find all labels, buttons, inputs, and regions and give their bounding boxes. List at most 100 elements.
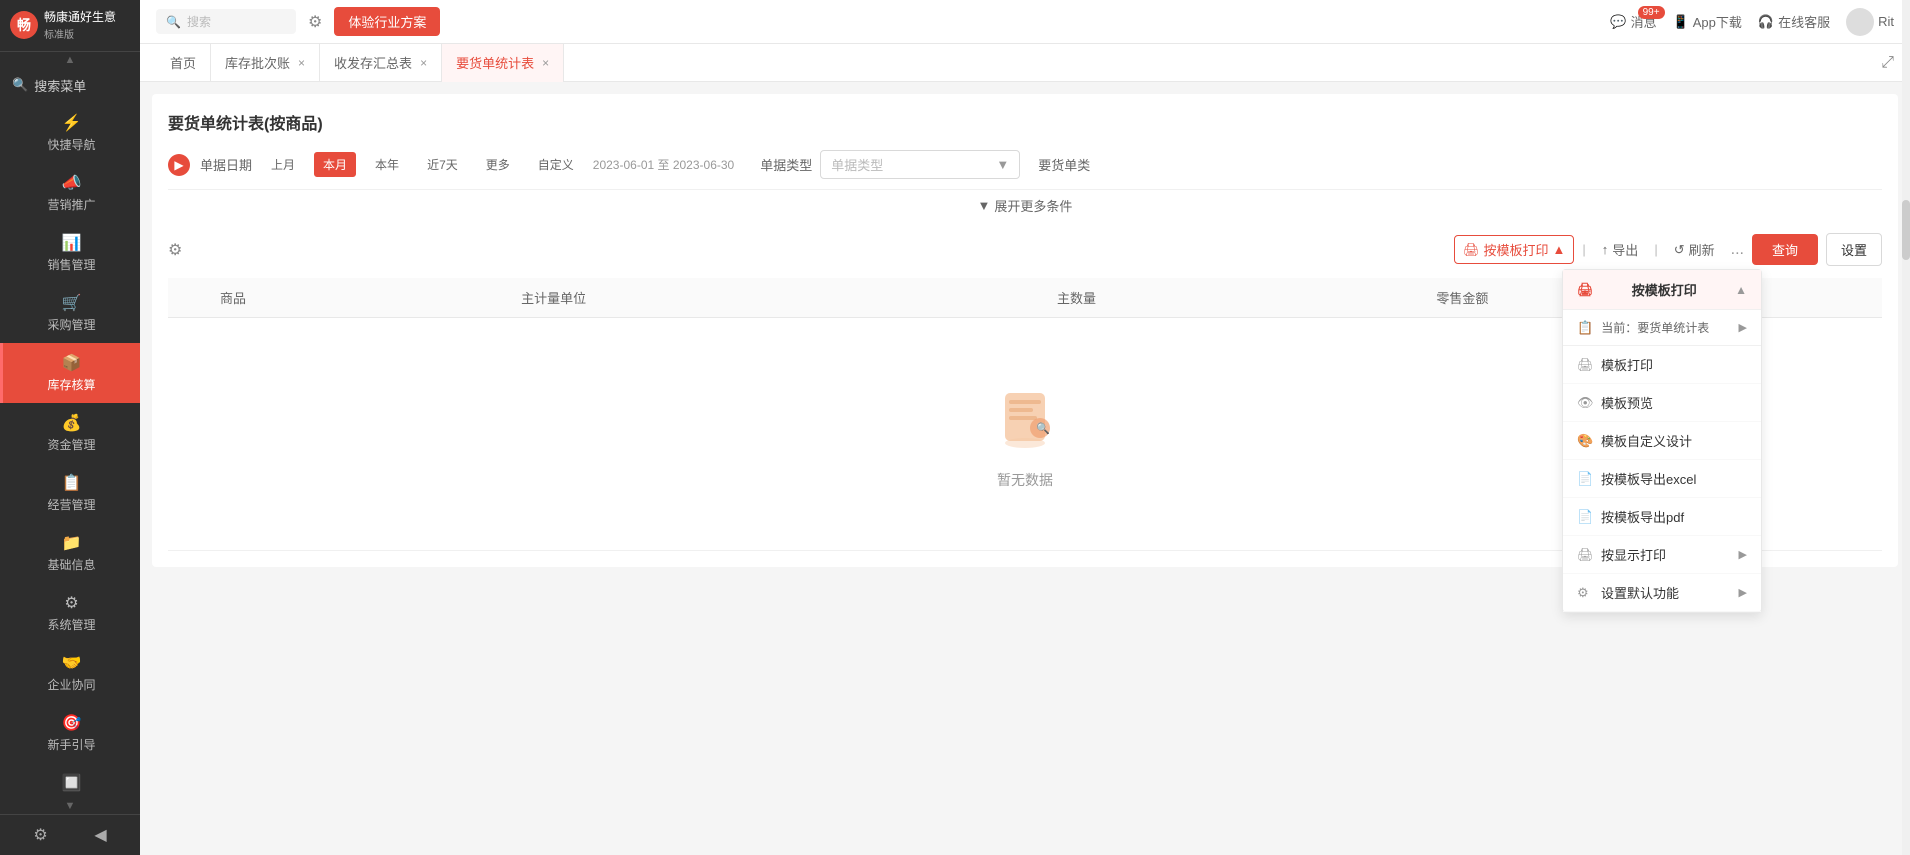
date-btn-this-month[interactable]: 本月 [314, 152, 356, 177]
app-download-btn[interactable]: 📱 App下载 [1673, 12, 1742, 31]
online-service-btn[interactable]: 🎧 在线客服 [1758, 12, 1830, 31]
headset-icon: 🎧 [1758, 14, 1774, 30]
sidebar-scroll-down[interactable]: ▼ [0, 798, 140, 814]
sidebar: 畅 畅康通好生意 标准版 ▲ 🔍 搜索菜单 ⚡ 快捷导航 📣 营销推广 📊 销售… [0, 0, 140, 855]
print-template-btn[interactable]: 🖨 按模板打印 ▲ [1454, 235, 1574, 264]
template-preview-icon: 👁 [1577, 395, 1593, 411]
sidebar-scroll-up[interactable]: ▲ [0, 52, 140, 68]
content-card: 要货单统计表(按商品) ▶ 单据日期 上月 本月 本年 近7天 更多 自定义 2… [152, 94, 1898, 567]
expand-more-btn[interactable]: ▼ 展开更多条件 [168, 189, 1882, 221]
sidebar-item-apps[interactable]: 🔲 应用中心 [0, 763, 140, 798]
sidebar-item-marketing[interactable]: 📣 营销推广 [0, 163, 140, 223]
expand-chevron-icon: ▼ [978, 198, 991, 213]
sidebar-item-sales[interactable]: 📊 销售管理 [0, 223, 140, 283]
goods-type-filter: 要货单类 [1038, 155, 1090, 174]
settings-btn[interactable]: 设置 [1826, 233, 1882, 266]
trial-btn[interactable]: 体验行业方案 [334, 7, 440, 36]
quick-nav-icon: ⚡ [62, 113, 82, 133]
date-btn-7days[interactable]: 近7天 [418, 152, 467, 177]
filter-expand-btn[interactable]: ▶ [168, 154, 190, 176]
tabs-right-btns: ⤢ [1881, 54, 1894, 72]
dropdown-close-btn[interactable]: ▲ [1735, 283, 1747, 297]
page-content-area: 要货单统计表(按商品) ▶ 单据日期 上月 本月 本年 近7天 更多 自定义 2… [140, 82, 1910, 855]
order-type-select[interactable]: 单据类型 ▼ [820, 150, 1020, 179]
dropdown-header: 🖨 按模板打印 ▲ [1563, 270, 1761, 310]
dropdown-item-export-excel[interactable]: 📄 按模板导出excel [1563, 460, 1761, 498]
sidebar-item-guide[interactable]: 🎯 新手引导 [0, 703, 140, 763]
date-btn-custom[interactable]: 自定义 [529, 152, 583, 177]
sidebar-item-collab[interactable]: 🤝 企业协同 [0, 643, 140, 703]
sidebar-item-finance[interactable]: 💰 资金管理 [0, 403, 140, 463]
dropdown-item-export-pdf[interactable]: 📄 按模板导出pdf [1563, 498, 1761, 536]
table-settings-icon-wrap[interactable]: ⚙ [168, 240, 182, 260]
purchase-icon: 🛒 [62, 293, 82, 313]
export-btn[interactable]: ↑ 导出 [1594, 236, 1647, 263]
tab-close-receipt-summary[interactable]: × [420, 56, 427, 70]
sidebar-item-inventory[interactable]: 📦 库存核算 [0, 343, 140, 403]
sidebar-item-basic[interactable]: 📁 基础信息 [0, 523, 140, 583]
dropdown-current-arrow-icon: ▶ [1739, 321, 1747, 334]
dropdown-title: 按模板打印 [1632, 280, 1697, 299]
user-avatar[interactable]: Rit [1846, 8, 1894, 36]
header-gear-icon[interactable]: ⚙ [308, 12, 322, 32]
export-excel-icon: 📄 [1577, 471, 1593, 487]
sidebar-search-item[interactable]: 🔍 搜索菜单 [0, 68, 140, 103]
tab-order-stats[interactable]: 要货单统计表 × [442, 44, 564, 82]
table-settings-icon: ⚙ [168, 240, 182, 260]
tab-batch-account[interactable]: 库存批次账 × [211, 44, 320, 82]
date-btn-more[interactable]: 更多 [477, 152, 519, 177]
sidebar-item-operation[interactable]: 📋 经营管理 [0, 463, 140, 523]
page-title: 要货单统计表(按商品) [168, 110, 1882, 134]
tabs-bar: 首页 库存批次账 × 收发存汇总表 × 要货单统计表 × ⤢ [140, 44, 1910, 82]
sidebar-item-system[interactable]: ⚙ 系统管理 [0, 583, 140, 643]
refresh-icon: ↺ [1674, 242, 1685, 258]
display-print-icon: 🖨 [1577, 547, 1593, 563]
right-scrollbar[interactable] [1902, 0, 1910, 855]
date-range-display: 2023-06-01 至 2023-06-30 [593, 156, 734, 173]
sidebar-nav: ⚡ 快捷导航 📣 营销推广 📊 销售管理 🛒 采购管理 📦 库存核算 💰 资金管… [0, 103, 140, 798]
main-content: 🔍 搜索 ⚙ 体验行业方案 💬 消息 99+ 📱 App下载 🎧 在线客服 Ri… [140, 0, 1910, 855]
system-icon: ⚙ [64, 593, 78, 613]
goods-type-label: 要货单类 [1038, 155, 1090, 174]
dropdown-sub-default-function[interactable]: ⚙ 设置默认功能 ▶ [1563, 574, 1761, 612]
query-btn[interactable]: 查询 [1752, 234, 1818, 265]
messages-icon: 💬 [1610, 14, 1626, 30]
sidebar-item-purchase[interactable]: 🛒 采购管理 [0, 283, 140, 343]
sidebar-footer: ⚙ ◀ [0, 814, 140, 855]
col-goods: 商品 [208, 278, 509, 318]
sub-arrow-icon: ▶ [1739, 548, 1747, 561]
scrollbar-thumb[interactable] [1902, 200, 1910, 260]
date-btn-this-year[interactable]: 本年 [366, 152, 408, 177]
sidebar-collapse-btn[interactable]: ◀ [94, 825, 106, 845]
basic-icon: 📁 [62, 533, 82, 553]
refresh-btn[interactable]: ↺ 刷新 [1666, 236, 1723, 263]
dropdown-current-item[interactable]: 📋 当前：要货单统计表 ▶ [1563, 310, 1761, 346]
avatar-img [1846, 8, 1874, 36]
sub-default-arrow-icon: ▶ [1739, 586, 1747, 599]
dropdown-item-template-preview[interactable]: 👁 模板预览 [1563, 384, 1761, 422]
tab-close-order-stats[interactable]: × [542, 56, 549, 70]
dropdown-item-template-design[interactable]: 🎨 模板自定义设计 [1563, 422, 1761, 460]
tab-receipt-summary[interactable]: 收发存汇总表 × [320, 44, 442, 82]
header-search[interactable]: 🔍 搜索 [156, 9, 296, 34]
date-label: 单据日期 [200, 155, 252, 174]
col-quantity: 主数量 [1045, 278, 1424, 318]
divider-1: | [1582, 242, 1585, 257]
sidebar-item-quick-nav[interactable]: ⚡ 快捷导航 [0, 103, 140, 163]
tab-close-batch-account[interactable]: × [298, 56, 305, 70]
date-btn-last-month[interactable]: 上月 [262, 152, 304, 177]
dropdown-current-label: 当前：要货单统计表 [1601, 319, 1709, 336]
col-unit: 主计量单位 [509, 278, 1045, 318]
template-print-icon: 🖨 [1577, 357, 1593, 373]
sidebar-logo: 畅 畅康通好生意 标准版 [0, 0, 140, 52]
print-icon: 🖨 [1463, 242, 1480, 258]
dropdown-sub-display-print[interactable]: 🖨 按显示打印 ▶ [1563, 536, 1761, 574]
tabs-maximize-btn[interactable]: ⤢ [1881, 54, 1894, 72]
messages-btn[interactable]: 💬 消息 99+ [1610, 12, 1656, 31]
logo-icon: 畅 [10, 11, 38, 39]
sidebar-settings-btn[interactable]: ⚙ [33, 825, 47, 845]
select-arrow-icon: ▼ [996, 157, 1009, 172]
dropdown-item-template-print[interactable]: 🖨 模板打印 [1563, 346, 1761, 384]
more-dots-btn[interactable]: ... [1731, 241, 1744, 259]
tab-home[interactable]: 首页 [156, 44, 211, 82]
